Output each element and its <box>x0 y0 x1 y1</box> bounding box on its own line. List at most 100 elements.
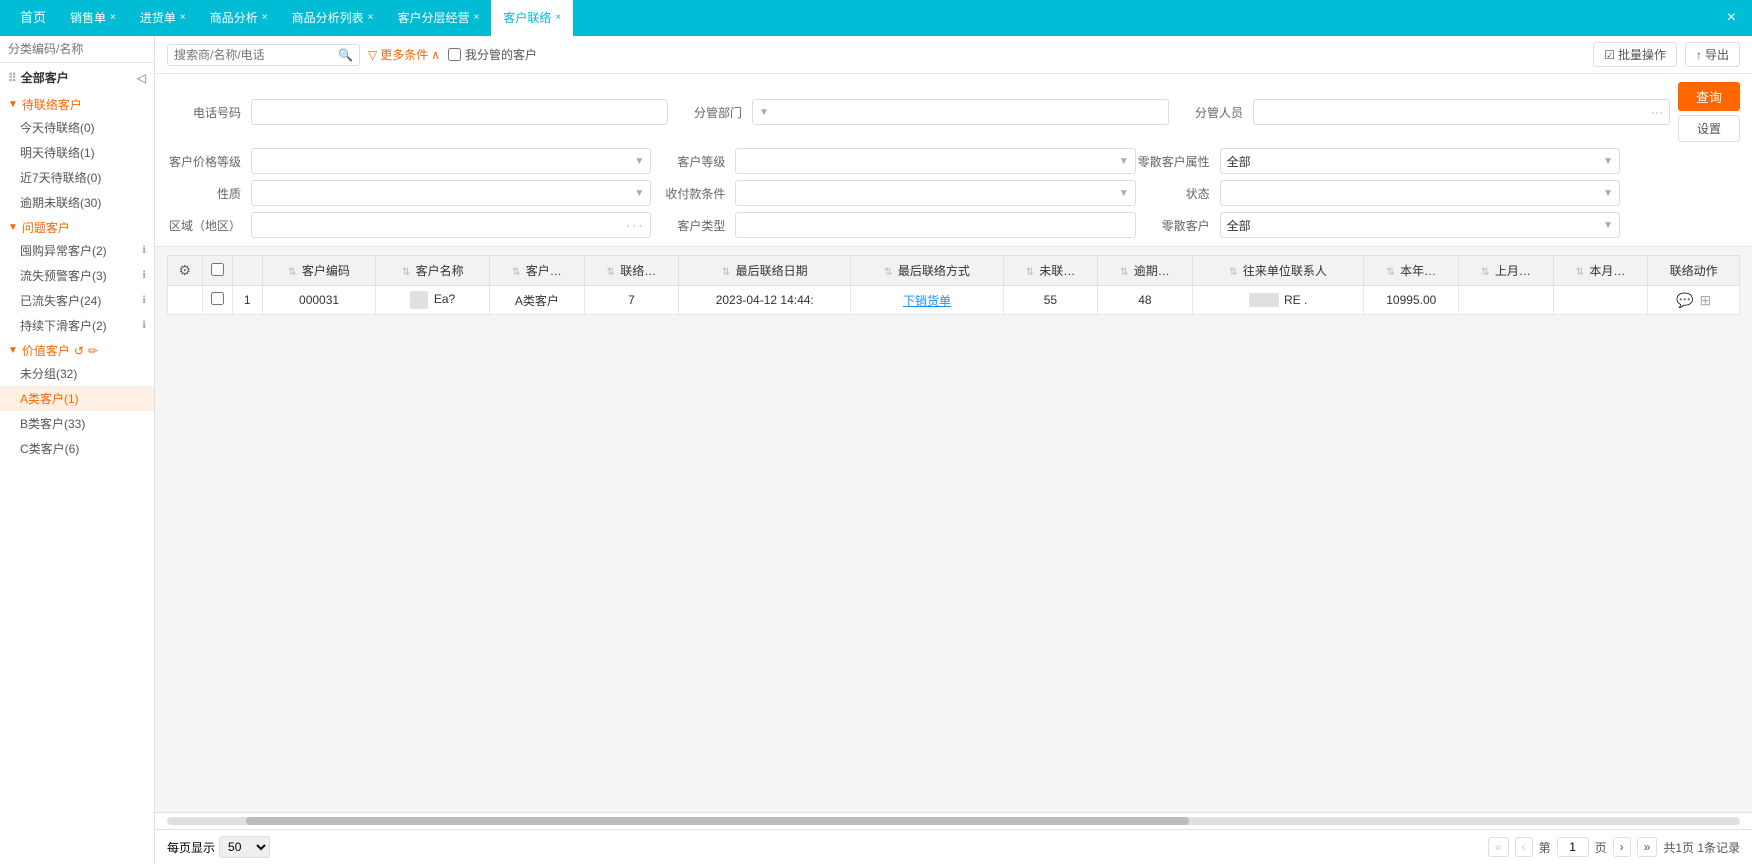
chat-action-icon[interactable]: 💬 <box>1676 292 1693 309</box>
sidebar-item-churn-warning[interactable]: 流失预警客户(3) ℹ <box>0 263 154 288</box>
col-last-month[interactable]: ⇅ 上月… <box>1459 256 1553 286</box>
col-gear[interactable]: ⚙ <box>168 256 203 286</box>
sort-last-date[interactable]: ⇅ <box>722 267 730 278</box>
col-no-contact[interactable]: ⇅ 未联… <box>1003 256 1097 286</box>
sidebar-group-pending[interactable]: ▼ 待联络客户 <box>0 92 154 115</box>
input-nature[interactable]: ▼ <box>251 180 651 206</box>
sidebar-item-abnormal[interactable]: 囤购异常客户(2) ℹ <box>0 238 154 263</box>
sidebar-item-ungrouped[interactable]: 未分组(32) <box>0 361 154 386</box>
sort-this-month[interactable]: ⇅ <box>1576 267 1584 278</box>
input-customer-level[interactable]: ▼ <box>735 148 1135 174</box>
input-sparse-customer[interactable]: 全部 ▼ <box>1220 212 1620 238</box>
sort-no-contact[interactable]: ⇅ <box>1026 267 1034 278</box>
sidebar-collapse-icon[interactable]: ◁ <box>137 71 146 85</box>
sort-contact[interactable]: ⇅ <box>607 267 615 278</box>
prev-page-btn[interactable]: ‹ <box>1515 837 1533 857</box>
input-region[interactable]: ··· <box>251 212 651 238</box>
query-button[interactable]: 查询 <box>1678 82 1740 111</box>
input-customer-type[interactable] <box>735 212 1135 238</box>
sidebar-item-tomorrow[interactable]: 明天待联络(1) <box>0 140 154 165</box>
close-product-list-tab[interactable]: × <box>368 0 374 36</box>
info-icon-churned[interactable]: ℹ <box>142 295 146 306</box>
close-all-tabs[interactable]: × <box>1719 9 1744 27</box>
sidebar-item-today[interactable]: 今天待联络(0) <box>0 115 154 140</box>
last-method-link[interactable]: 下销货单 <box>903 294 951 308</box>
sidebar-group-value[interactable]: ▼ 价值客户 ↺ ✏ <box>0 338 154 361</box>
nav-tab-sales[interactable]: 销售单 × <box>58 0 128 36</box>
col-overdue[interactable]: ⇅ 逾期… <box>1098 256 1192 286</box>
input-payment[interactable]: ▼ <box>735 180 1135 206</box>
sidebar-item-7days[interactable]: 近7天待联络(0) <box>0 165 154 190</box>
close-purchase-tab[interactable]: × <box>180 0 186 36</box>
sort-type[interactable]: ⇅ <box>512 267 520 278</box>
sidebar-item-class-c[interactable]: C类客户(6) <box>0 436 154 461</box>
input-phone[interactable] <box>251 99 668 125</box>
col-last-date[interactable]: ⇅ 最后联络日期 <box>679 256 851 286</box>
last-page-btn[interactable]: » <box>1637 837 1658 857</box>
refresh-value-icon[interactable]: ↺ <box>74 344 84 358</box>
sort-code[interactable]: ⇅ <box>288 267 296 278</box>
info-icon-churn-warning[interactable]: ℹ <box>142 270 146 281</box>
sidebar-item-overdue[interactable]: 逾期未联络(30) <box>0 190 154 215</box>
filter-search-icon[interactable]: 🔍 <box>338 48 353 62</box>
col-code[interactable]: ⇅ 客户编码 <box>262 256 376 286</box>
scrollbar-track[interactable] <box>167 817 1740 825</box>
sidebar-all-customers[interactable]: ⠿ 全部客户 ◁ <box>0 63 154 92</box>
nav-tab-customer-segment[interactable]: 客户分层经营 × <box>385 0 491 36</box>
nav-tab-product-analysis[interactable]: 商品分析 × <box>198 0 280 36</box>
sort-this-year[interactable]: ⇅ <box>1386 267 1394 278</box>
sort-name[interactable]: ⇅ <box>402 267 410 278</box>
close-sales-tab[interactable]: × <box>110 0 116 36</box>
first-page-btn[interactable]: « <box>1488 837 1509 857</box>
input-status[interactable]: ▼ <box>1220 180 1620 206</box>
close-customer-contact-tab[interactable]: × <box>555 0 561 36</box>
sidebar-item-class-a[interactable]: A类客户(1) <box>0 386 154 411</box>
sort-unit-contact[interactable]: ⇅ <box>1229 267 1237 278</box>
sidebar-item-class-b[interactable]: B类客户(33) <box>0 411 154 436</box>
close-customer-segment-tab[interactable]: × <box>473 0 479 36</box>
input-dept[interactable]: ▼ <box>752 99 1169 125</box>
manager-dots[interactable]: ··· <box>1651 105 1663 119</box>
page-number-input[interactable]: 1 <box>1557 837 1589 857</box>
col-contact[interactable]: ⇅ 联络… <box>584 256 678 286</box>
sidebar-item-declining[interactable]: 持续下滑客户(2) ℹ <box>0 313 154 338</box>
info-icon-declining[interactable]: ℹ <box>142 320 146 331</box>
sidebar-item-churned[interactable]: 已流失客户(24) ℹ <box>0 288 154 313</box>
col-this-year[interactable]: ⇅ 本年… <box>1364 256 1459 286</box>
input-sparse-attr[interactable]: 全部 ▼ <box>1220 148 1620 174</box>
col-type[interactable]: ⇅ 客户… <box>490 256 584 286</box>
region-dots[interactable]: ··· <box>626 218 644 232</box>
info-icon-abnormal[interactable]: ℹ <box>142 245 146 256</box>
filter-my-customers[interactable]: 我分管的客户 <box>448 46 537 63</box>
nav-tab-purchase[interactable]: 进货单 × <box>128 0 198 36</box>
select-all-checkbox[interactable] <box>211 263 224 276</box>
sort-last-method[interactable]: ⇅ <box>884 267 892 278</box>
col-this-month[interactable]: ⇅ 本月… <box>1553 256 1647 286</box>
filter-search-input[interactable] <box>174 48 334 62</box>
edit-value-icon[interactable]: ✏ <box>88 344 98 358</box>
input-price-level[interactable]: ▼ <box>251 148 651 174</box>
row-checkbox[interactable] <box>211 292 224 305</box>
next-page-btn[interactable]: › <box>1613 837 1631 857</box>
scrollbar-thumb[interactable] <box>246 817 1190 825</box>
col-last-method[interactable]: ⇅ 最后联络方式 <box>851 256 1003 286</box>
settings-button[interactable]: 设置 <box>1678 115 1740 142</box>
nav-tab-product-list[interactable]: 商品分析列表 × <box>280 0 386 36</box>
nav-tab-customer-contact[interactable]: 客户联络 × <box>491 0 573 36</box>
input-manager[interactable]: ··· <box>1253 99 1670 125</box>
sidebar-group-problem[interactable]: ▼ 问题客户 <box>0 215 154 238</box>
sort-last-month[interactable]: ⇅ <box>1481 267 1489 278</box>
batch-op-button[interactable]: ☑ 批量操作 <box>1593 42 1677 67</box>
filter-more-conditions[interactable]: ▽ 更多条件 ∧ <box>368 46 440 63</box>
sidebar-search-input[interactable] <box>8 42 155 56</box>
col-unit-contact[interactable]: ⇅ 往来单位联系人 <box>1192 256 1364 286</box>
sort-overdue[interactable]: ⇅ <box>1120 267 1128 278</box>
nav-tab-home[interactable]: 首页 <box>8 0 58 36</box>
col-name[interactable]: ⇅ 客户名称 <box>376 256 490 286</box>
my-customers-checkbox[interactable] <box>448 48 461 61</box>
export-button[interactable]: ↑ 导出 <box>1685 42 1740 67</box>
gear-icon[interactable]: ⚙ <box>179 262 192 278</box>
qr-action-icon[interactable]: ⊞ <box>1699 292 1711 309</box>
page-size-select[interactable]: 20 50 100 200 <box>219 836 270 858</box>
close-product-analysis-tab[interactable]: × <box>262 0 268 36</box>
